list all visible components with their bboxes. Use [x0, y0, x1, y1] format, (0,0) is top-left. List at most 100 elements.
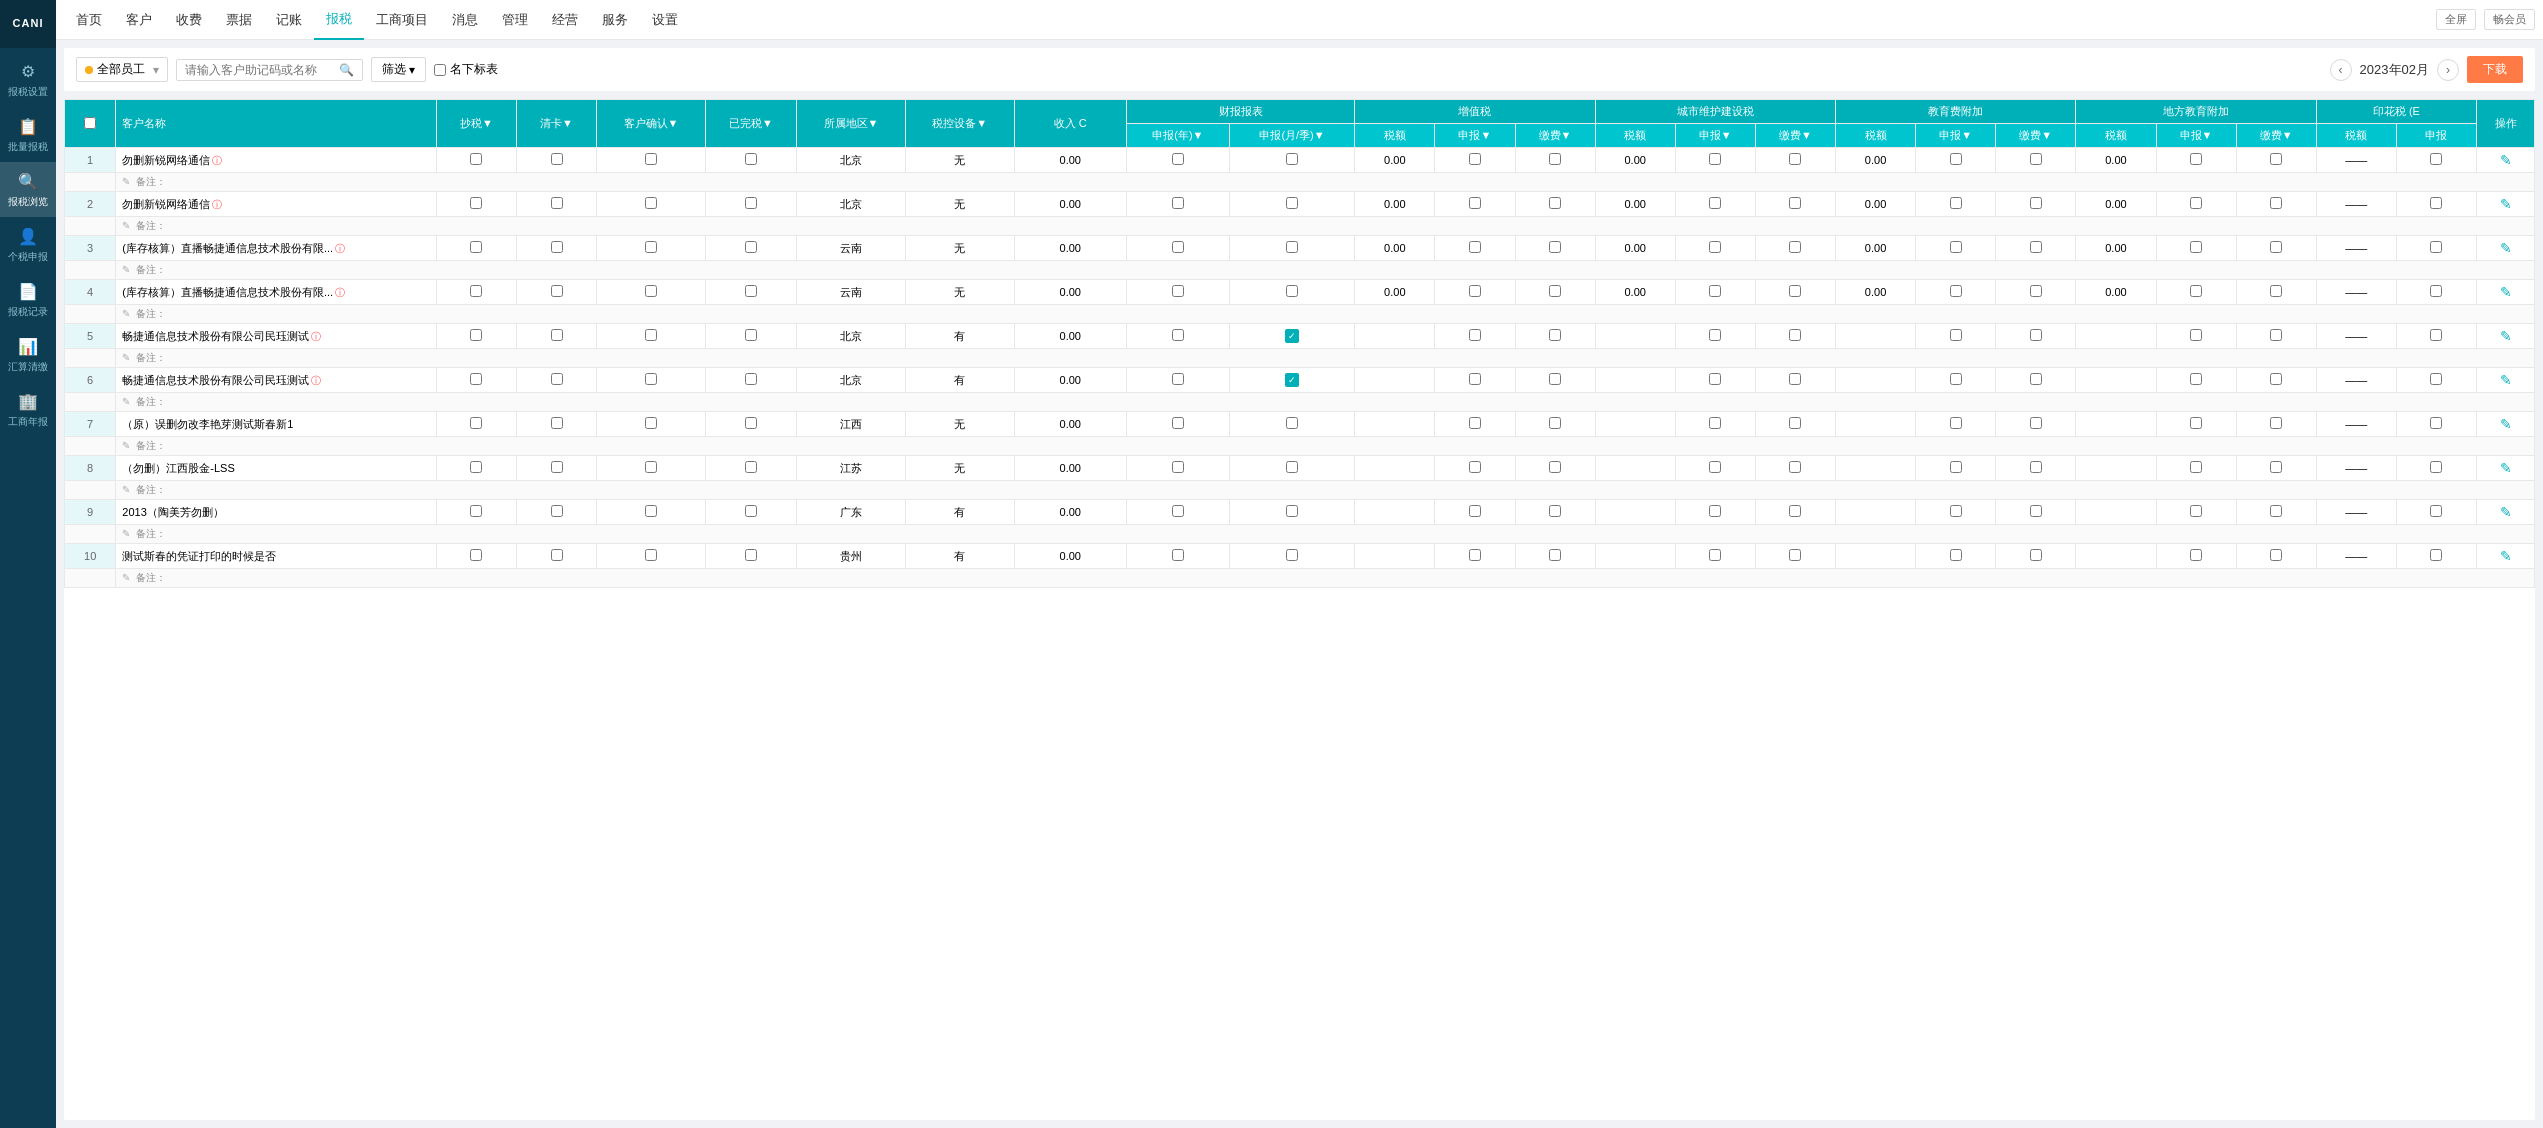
row-confirm[interactable]	[597, 456, 706, 481]
row-local-report[interactable]	[2156, 324, 2236, 349]
row-vat-report[interactable]	[1435, 324, 1515, 349]
fin-year-checkbox[interactable]	[1172, 241, 1184, 253]
row-clearcard[interactable]	[516, 324, 596, 349]
row-edu-pay[interactable]	[1996, 544, 2076, 569]
row-vat-report[interactable]	[1435, 412, 1515, 437]
row-edu-report[interactable]	[1916, 148, 1996, 173]
row-fin-year[interactable]	[1126, 368, 1229, 393]
edit-icon[interactable]: ✎	[2500, 460, 2512, 476]
edu-pay-checkbox[interactable]	[2030, 549, 2042, 561]
row-clearcard[interactable]	[516, 192, 596, 217]
taxcopy-checkbox[interactable]	[470, 241, 482, 253]
note-cell[interactable]: ✎ 备注：	[116, 217, 2535, 236]
row-completed[interactable]	[705, 456, 796, 481]
stamp-report-checkbox[interactable]	[2430, 197, 2442, 209]
stamp-report-checkbox[interactable]	[2430, 373, 2442, 385]
edit-icon[interactable]: ✎	[2500, 416, 2512, 432]
city-pay-checkbox[interactable]	[1789, 197, 1801, 209]
row-vat-pay[interactable]	[1515, 192, 1595, 217]
row-clearcard[interactable]	[516, 368, 596, 393]
fin-year-checkbox[interactable]	[1172, 329, 1184, 341]
sidebar-item-batch-tax[interactable]: 📋 批量报税	[0, 107, 56, 162]
row-stamp-report[interactable]	[2396, 412, 2476, 437]
row-vat-pay[interactable]	[1515, 368, 1595, 393]
row-local-report[interactable]	[2156, 280, 2236, 305]
row-city-pay[interactable]	[1755, 148, 1835, 173]
row-stamp-report[interactable]	[2396, 368, 2476, 393]
stamp-report-checkbox[interactable]	[2430, 241, 2442, 253]
row-fin-year[interactable]	[1126, 456, 1229, 481]
sidebar-item-baoshui-settings[interactable]: ⚙ 报税设置	[0, 52, 56, 107]
row-fin-year[interactable]	[1126, 236, 1229, 261]
local-pay-checkbox[interactable]	[2270, 505, 2282, 517]
note-cell[interactable]: ✎ 备注：	[116, 305, 2535, 324]
vat-report-checkbox[interactable]	[1469, 285, 1481, 297]
city-report-checkbox[interactable]	[1709, 241, 1721, 253]
row-city-pay[interactable]	[1755, 412, 1835, 437]
row-clearcard[interactable]	[516, 500, 596, 525]
row-completed[interactable]	[705, 192, 796, 217]
edu-report-checkbox[interactable]	[1950, 329, 1962, 341]
row-local-report[interactable]	[2156, 456, 2236, 481]
completed-checkbox[interactable]	[745, 549, 757, 561]
row-taxcopy[interactable]	[436, 192, 516, 217]
row-edu-pay[interactable]	[1996, 192, 2076, 217]
row-edit[interactable]: ✎	[2477, 500, 2535, 525]
local-report-checkbox[interactable]	[2190, 373, 2202, 385]
row-local-report[interactable]	[2156, 192, 2236, 217]
note-cell[interactable]: ✎ 备注：	[116, 525, 2535, 544]
fin-month-checkbox[interactable]	[1286, 461, 1298, 473]
note-cell[interactable]: ✎ 备注：	[116, 393, 2535, 412]
row-edu-report[interactable]	[1916, 324, 1996, 349]
clearcard-checkbox[interactable]	[551, 329, 563, 341]
edu-pay-checkbox[interactable]	[2030, 197, 2042, 209]
confirm-checkbox[interactable]	[645, 373, 657, 385]
edu-report-checkbox[interactable]	[1950, 373, 1962, 385]
row-stamp-report[interactable]	[2396, 192, 2476, 217]
edu-report-checkbox[interactable]	[1950, 417, 1962, 429]
row-clearcard[interactable]	[516, 456, 596, 481]
city-report-checkbox[interactable]	[1709, 549, 1721, 561]
row-city-pay[interactable]	[1755, 456, 1835, 481]
vat-pay-checkbox[interactable]	[1549, 285, 1561, 297]
clearcard-checkbox[interactable]	[551, 549, 563, 561]
clearcard-checkbox[interactable]	[551, 373, 563, 385]
vat-pay-checkbox[interactable]	[1549, 241, 1561, 253]
vat-report-checkbox[interactable]	[1469, 549, 1481, 561]
confirm-checkbox[interactable]	[645, 549, 657, 561]
sidebar-item-tax-record[interactable]: 📄 报税记录	[0, 272, 56, 327]
vat-report-checkbox[interactable]	[1469, 241, 1481, 253]
row-edu-report[interactable]	[1916, 192, 1996, 217]
note-cell[interactable]: ✎ 备注：	[116, 569, 2535, 588]
row-vat-report[interactable]	[1435, 456, 1515, 481]
row-edu-report[interactable]	[1916, 500, 1996, 525]
row-vat-report[interactable]	[1435, 544, 1515, 569]
fin-year-checkbox[interactable]	[1172, 417, 1184, 429]
edit-icon[interactable]: ✎	[2500, 284, 2512, 300]
row-confirm[interactable]	[597, 236, 706, 261]
taxcopy-checkbox[interactable]	[470, 417, 482, 429]
row-vat-pay[interactable]	[1515, 236, 1595, 261]
vat-pay-checkbox[interactable]	[1549, 549, 1561, 561]
row-city-report[interactable]	[1675, 456, 1755, 481]
taxcopy-checkbox[interactable]	[470, 461, 482, 473]
row-local-pay[interactable]	[2236, 280, 2316, 305]
vat-pay-checkbox[interactable]	[1549, 461, 1561, 473]
row-fin-month[interactable]	[1229, 324, 1354, 349]
row-taxcopy[interactable]	[436, 456, 516, 481]
row-vat-pay[interactable]	[1515, 324, 1595, 349]
row-local-report[interactable]	[2156, 500, 2236, 525]
stamp-report-checkbox[interactable]	[2430, 417, 2442, 429]
row-local-report[interactable]	[2156, 544, 2236, 569]
vat-report-checkbox[interactable]	[1469, 197, 1481, 209]
taxcopy-checkbox[interactable]	[470, 373, 482, 385]
row-edit[interactable]: ✎	[2477, 544, 2535, 569]
edu-pay-checkbox[interactable]	[2030, 461, 2042, 473]
row-fin-year[interactable]	[1126, 280, 1229, 305]
row-taxcopy[interactable]	[436, 544, 516, 569]
row-vat-report[interactable]	[1435, 280, 1515, 305]
row-city-pay[interactable]	[1755, 192, 1835, 217]
vat-pay-checkbox[interactable]	[1549, 197, 1561, 209]
confirm-checkbox[interactable]	[645, 461, 657, 473]
row-fin-month[interactable]	[1229, 412, 1354, 437]
